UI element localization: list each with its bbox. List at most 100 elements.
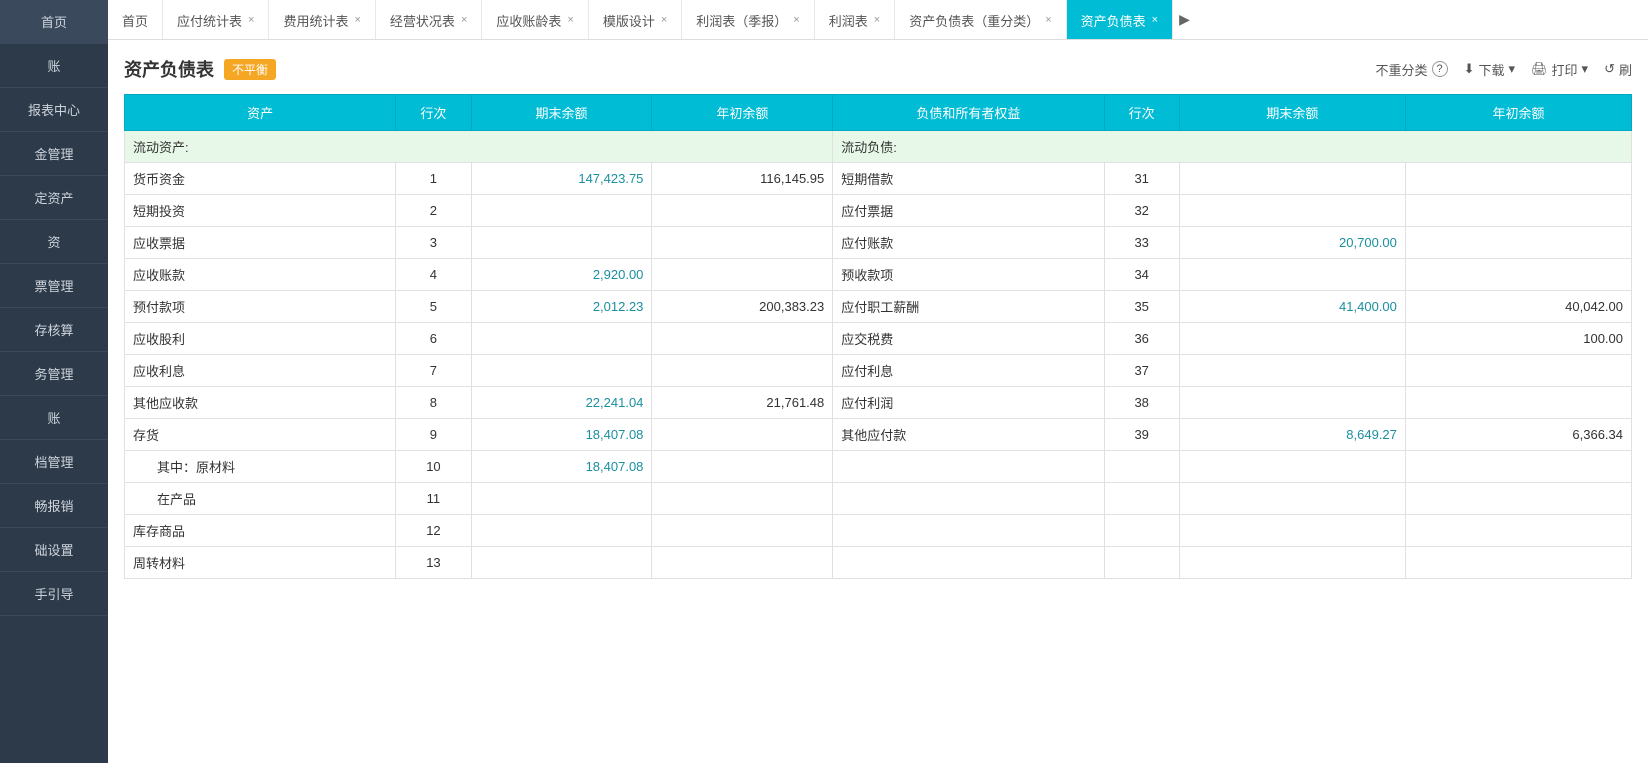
right-begin-balance — [1405, 163, 1631, 195]
right-label: 应付职工薪酬 — [833, 291, 1104, 323]
left-begin-balance — [652, 323, 833, 355]
print-button[interactable]: 🖨 打印 ▾ — [1531, 60, 1588, 79]
close-icon[interactable]: × — [248, 14, 254, 26]
close-icon[interactable]: × — [354, 14, 360, 26]
left-begin-balance — [652, 227, 833, 259]
right-label — [833, 451, 1104, 483]
header-actions: 不重分类 ? ⬇ 下载 ▾ 🖨 打印 ▾ ↺ 刷 — [1376, 60, 1632, 79]
sidebar-item-fixed-assets[interactable]: 定资产 — [0, 176, 108, 220]
right-end-balance[interactable]: 41,400.00 — [1179, 291, 1405, 323]
tab-balance-sheet[interactable]: 资产负债表 × — [1067, 0, 1173, 40]
download-button[interactable]: ⬇ 下载 ▾ — [1464, 60, 1515, 79]
right-row-num[interactable]: 35 — [1104, 291, 1179, 323]
left-end-balance[interactable]: 18,407.08 — [471, 451, 652, 483]
right-row-num[interactable]: 34 — [1104, 259, 1179, 291]
left-begin-balance: 116,145.95 — [652, 163, 833, 195]
table-row: 应收票据 3 应付账款 33 20,700.00 — [125, 227, 1632, 259]
right-row-num[interactable]: 31 — [1104, 163, 1179, 195]
sidebar-item-home[interactable]: 首页 — [0, 0, 108, 44]
tab-scroll-right[interactable]: ▶ — [1173, 0, 1196, 39]
sidebar-item-guide[interactable]: 手引导 — [0, 572, 108, 616]
left-row-num[interactable]: 13 — [396, 547, 471, 579]
right-row-num[interactable]: 37 — [1104, 355, 1179, 387]
close-icon[interactable]: × — [567, 14, 573, 26]
right-row-num[interactable]: 32 — [1104, 195, 1179, 227]
right-begin-balance — [1405, 483, 1631, 515]
left-row-num[interactable]: 3 — [396, 227, 471, 259]
right-end-balance — [1179, 323, 1405, 355]
right-begin-balance — [1405, 195, 1631, 227]
close-icon[interactable]: × — [874, 14, 880, 26]
right-row-num[interactable]: 39 — [1104, 419, 1179, 451]
sidebar: 首页 账 报表中心 金管理 定资产 资 票管理 存核算 务管理 账 档管理 畅报… — [0, 0, 108, 763]
sidebar-item-archive[interactable]: 档管理 — [0, 440, 108, 484]
sidebar-item-expense[interactable]: 畅报销 — [0, 484, 108, 528]
right-label: 其他应付款 — [833, 419, 1104, 451]
col-begin-balance-right: 年初余额 — [1405, 95, 1631, 131]
close-icon[interactable]: × — [661, 14, 667, 26]
left-row-num[interactable]: 12 — [396, 515, 471, 547]
left-end-balance — [471, 355, 652, 387]
refresh-button[interactable]: ↺ 刷 — [1604, 60, 1632, 79]
right-end-balance[interactable]: 20,700.00 — [1179, 227, 1405, 259]
help-icon[interactable]: ? — [1432, 61, 1448, 77]
left-end-balance[interactable]: 22,241.04 — [471, 387, 652, 419]
left-begin-balance — [652, 195, 833, 227]
page-title-area: 资产负债表 不平衡 — [124, 56, 276, 82]
col-row-num-right: 行次 — [1104, 95, 1179, 131]
right-end-balance[interactable]: 8,649.27 — [1179, 419, 1405, 451]
left-label: 其中：原材料 — [125, 451, 396, 483]
left-row-num[interactable]: 1 — [396, 163, 471, 195]
sidebar-item-account[interactable]: 账 — [0, 44, 108, 88]
right-label: 应付利润 — [833, 387, 1104, 419]
left-row-num[interactable]: 6 — [396, 323, 471, 355]
tab-home[interactable]: 首页 — [108, 0, 163, 40]
left-end-balance[interactable]: 147,423.75 — [471, 163, 652, 195]
left-label: 周转材料 — [125, 547, 396, 579]
left-end-balance[interactable]: 2,012.23 — [471, 291, 652, 323]
right-row-num[interactable]: 36 — [1104, 323, 1179, 355]
right-row-num[interactable]: 33 — [1104, 227, 1179, 259]
tab-payable-stats[interactable]: 应付统计表 × — [163, 0, 269, 40]
sidebar-item-report-center[interactable]: 报表中心 — [0, 88, 108, 132]
left-row-num[interactable]: 9 — [396, 419, 471, 451]
unclassified-toggle[interactable]: 不重分类 ? — [1376, 60, 1448, 79]
sidebar-item-settings[interactable]: 础设置 — [0, 528, 108, 572]
left-row-num[interactable]: 11 — [396, 483, 471, 515]
sidebar-item-capital[interactable]: 资 — [0, 220, 108, 264]
sidebar-item-ticket-mgmt[interactable]: 票管理 — [0, 264, 108, 308]
left-row-num[interactable]: 8 — [396, 387, 471, 419]
tab-operation-status[interactable]: 经营状况表 × — [376, 0, 482, 40]
left-begin-balance — [652, 451, 833, 483]
right-end-balance — [1179, 195, 1405, 227]
left-row-num[interactable]: 4 — [396, 259, 471, 291]
left-row-num[interactable]: 2 — [396, 195, 471, 227]
left-row-num[interactable]: 5 — [396, 291, 471, 323]
tab-expense-stats[interactable]: 费用统计表 × — [269, 0, 375, 40]
close-icon[interactable]: × — [461, 14, 467, 26]
tab-template-design[interactable]: 模版设计 × — [589, 0, 682, 40]
tab-receivable-aging[interactable]: 应收账龄表 × — [482, 0, 588, 40]
right-row-num — [1104, 451, 1179, 483]
left-row-num[interactable]: 10 — [396, 451, 471, 483]
right-end-balance — [1179, 483, 1405, 515]
table-row: 存货 9 18,407.08 其他应付款 39 8,649.27 6,366.3… — [125, 419, 1632, 451]
left-row-num[interactable]: 7 — [396, 355, 471, 387]
left-end-balance — [471, 323, 652, 355]
tab-balance-reclassified[interactable]: 资产负债表（重分类） × — [895, 0, 1066, 40]
left-end-balance — [471, 483, 652, 515]
sidebar-item-ledger[interactable]: 账 — [0, 396, 108, 440]
sidebar-item-affairs-mgmt[interactable]: 务管理 — [0, 352, 108, 396]
sidebar-item-cash-mgmt[interactable]: 金管理 — [0, 132, 108, 176]
close-icon[interactable]: × — [793, 14, 799, 26]
sidebar-item-inventory[interactable]: 存核算 — [0, 308, 108, 352]
left-end-balance[interactable]: 18,407.08 — [471, 419, 652, 451]
close-icon[interactable]: × — [1152, 14, 1158, 26]
right-row-num[interactable]: 38 — [1104, 387, 1179, 419]
close-icon[interactable]: × — [1045, 14, 1051, 26]
table-row: 应收股利 6 应交税费 36 100.00 — [125, 323, 1632, 355]
left-end-balance[interactable]: 2,920.00 — [471, 259, 652, 291]
right-begin-balance: 40,042.00 — [1405, 291, 1631, 323]
tab-profit-quarterly[interactable]: 利润表（季报） × — [682, 0, 814, 40]
tab-profit[interactable]: 利润表 × — [815, 0, 895, 40]
